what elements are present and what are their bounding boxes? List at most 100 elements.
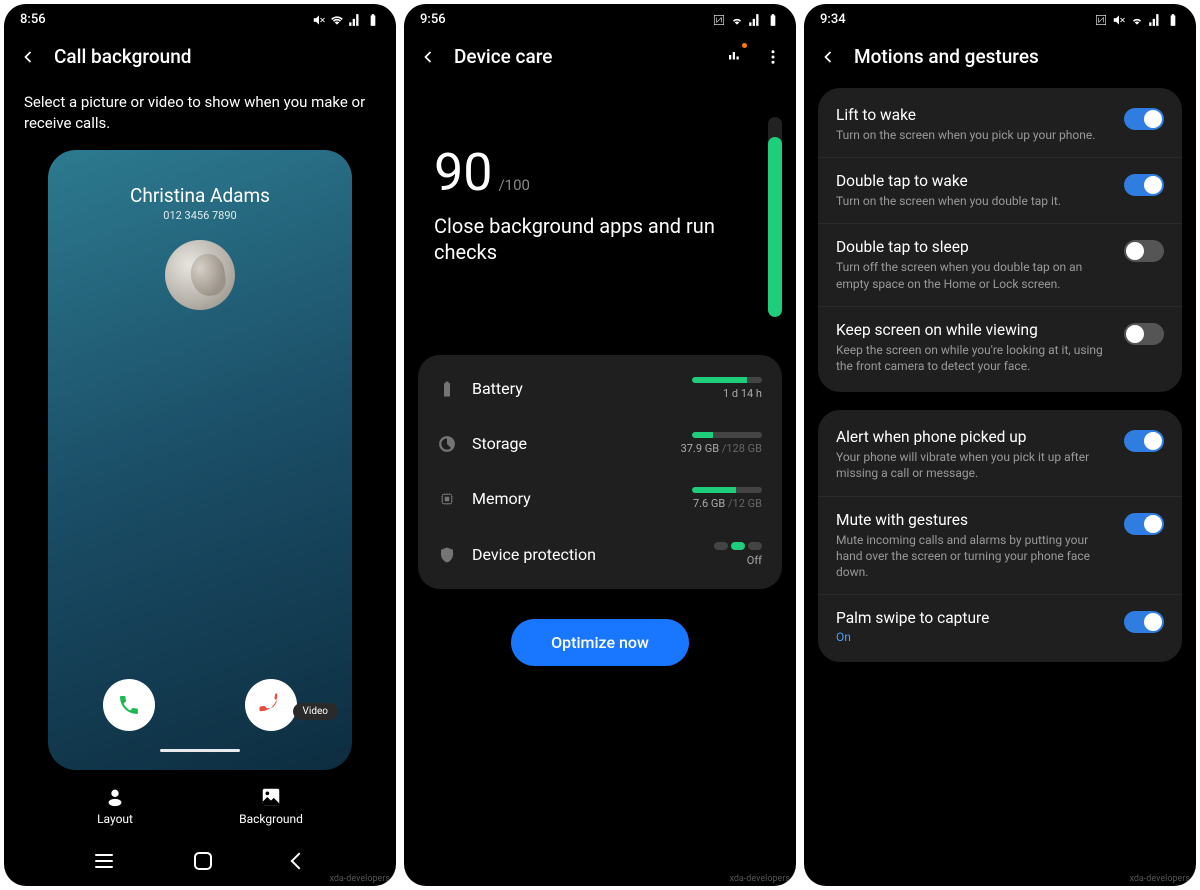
more-icon[interactable]	[764, 48, 782, 66]
storage-row[interactable]: Storage 37.9 GB /128 GB	[418, 416, 782, 471]
setting-title: Keep screen on while viewing	[836, 321, 1110, 339]
signal-icon	[348, 13, 362, 27]
wifi-icon	[730, 13, 744, 27]
battery-value: 1 d 14 h	[723, 387, 762, 400]
watermark: xda-developers	[729, 874, 790, 884]
score-max: /100	[498, 176, 529, 194]
storage-used: 37.9 GB	[681, 442, 720, 455]
answer-button[interactable]	[103, 679, 155, 731]
tab-label: Layout	[97, 812, 133, 826]
battery-icon	[366, 13, 380, 27]
call-preview[interactable]: Christina Adams 012 3456 7890 Video	[48, 150, 352, 770]
screenshot-device-care: 9:56 Device care 90 /100 Close backgroun…	[404, 4, 796, 886]
screenshot-call-background: 8:56 Call background Select a picture or…	[4, 4, 396, 886]
optimize-button[interactable]: Optimize now	[511, 619, 689, 666]
setting-title: Palm swipe to capture	[836, 609, 1110, 627]
setting-title: Mute with gestures	[836, 511, 1110, 529]
setting-title: Double tap to sleep	[836, 238, 1110, 256]
back-icon[interactable]	[418, 47, 438, 67]
setting-desc: Your phone will vibrate when you pick it…	[836, 449, 1110, 481]
signal-icon	[748, 13, 762, 27]
page-title: Call background	[54, 45, 382, 68]
caller-name: Christina Adams	[130, 184, 270, 207]
shield-icon	[438, 546, 456, 564]
settings-card-2: Alert when phone picked up Your phone wi…	[818, 410, 1182, 662]
tab-background[interactable]: Background	[239, 786, 303, 826]
caller-avatar	[165, 240, 235, 310]
protection-dots	[714, 542, 762, 550]
setting-title: Double tap to wake	[836, 172, 1110, 190]
phone-icon	[117, 693, 141, 717]
care-card: Battery 1 d 14 h Storage 37.9 GB /128 GB…	[418, 355, 782, 589]
status-bar: 9:34	[804, 4, 1196, 31]
data-usage-icon[interactable]	[726, 46, 744, 68]
back-icon[interactable]	[18, 47, 38, 67]
toggle[interactable]	[1124, 513, 1164, 535]
setting-double-tap-wake[interactable]: Double tap to wake Turn on the screen wh…	[818, 157, 1182, 223]
mute-icon	[1112, 13, 1126, 27]
page-description: Select a picture or video to show when y…	[4, 82, 396, 150]
storage-total: /128 GB	[722, 442, 762, 455]
protection-row[interactable]: Device protection Off	[418, 526, 782, 583]
toggle[interactable]	[1124, 323, 1164, 345]
setting-palm-swipe[interactable]: Palm swipe to capture On	[818, 594, 1182, 658]
watermark: xda-developers	[1129, 874, 1190, 884]
status-time: 8:56	[20, 12, 46, 27]
wifi-icon	[1130, 13, 1144, 27]
back-icon[interactable]	[818, 47, 838, 67]
status-bar: 8:56	[4, 4, 396, 31]
nav-back[interactable]	[291, 853, 308, 870]
bottom-tabs: Layout Background	[4, 770, 396, 834]
background-icon	[260, 786, 282, 808]
decline-button[interactable]	[245, 679, 297, 731]
setting-status: On	[836, 630, 1110, 644]
score-bar	[768, 117, 782, 317]
battery-row[interactable]: Battery 1 d 14 h	[418, 361, 782, 416]
setting-mute-gestures[interactable]: Mute with gestures Mute incoming calls a…	[818, 496, 1182, 595]
toggle[interactable]	[1124, 174, 1164, 196]
video-badge[interactable]: Video	[293, 703, 338, 720]
setting-keep-screen-on[interactable]: Keep screen on while viewing Keep the sc…	[818, 306, 1182, 388]
toggle[interactable]	[1124, 611, 1164, 633]
battery-icon	[766, 13, 780, 27]
nav-recents[interactable]	[95, 854, 113, 868]
setting-desc: Turn on the screen when you double tap i…	[836, 193, 1110, 209]
toggle[interactable]	[1124, 108, 1164, 130]
header: Device care	[404, 31, 796, 82]
header: Motions and gestures	[804, 31, 1196, 82]
status-bar: 9:56	[404, 4, 796, 31]
status-icons	[312, 13, 380, 27]
setting-alert-pickup[interactable]: Alert when phone picked up Your phone wi…	[818, 414, 1182, 495]
storage-icon	[438, 435, 456, 453]
screenshot-motions-gestures: 9:34 Motions and gestures Lift to wake T…	[804, 4, 1196, 886]
setting-lift-to-wake[interactable]: Lift to wake Turn on the screen when you…	[818, 92, 1182, 157]
nav-home[interactable]	[194, 852, 212, 870]
status-icons	[1094, 13, 1180, 27]
setting-desc: Keep the screen on while you're looking …	[836, 342, 1110, 374]
page-title: Device care	[454, 45, 710, 68]
toggle[interactable]	[1124, 240, 1164, 262]
memory-row[interactable]: Memory 7.6 GB /12 GB	[418, 471, 782, 526]
tab-layout[interactable]: Layout	[97, 786, 133, 826]
page-title: Motions and gestures	[854, 45, 1182, 68]
battery-icon	[438, 380, 456, 398]
header: Call background	[4, 31, 396, 82]
setting-title: Lift to wake	[836, 106, 1110, 124]
setting-double-tap-sleep[interactable]: Double tap to sleep Turn off the screen …	[818, 223, 1182, 305]
storage-label: Storage	[472, 434, 665, 453]
score-section: 90 /100 Close background apps and run ch…	[404, 82, 796, 285]
toggle[interactable]	[1124, 430, 1164, 452]
protection-label: Device protection	[472, 545, 698, 564]
memory-icon	[438, 490, 456, 508]
status-time: 9:34	[820, 12, 846, 27]
tab-label: Background	[239, 812, 303, 826]
phone-hangup-icon	[259, 693, 283, 717]
setting-desc: Mute incoming calls and alarms by puttin…	[836, 532, 1110, 581]
battery-icon	[1166, 13, 1180, 27]
battery-label: Battery	[472, 379, 676, 398]
memory-total: /12 GB	[728, 497, 762, 510]
nfc-icon	[712, 13, 726, 27]
status-icons	[712, 13, 780, 27]
nfc-icon	[1094, 13, 1108, 27]
status-time: 9:56	[420, 12, 446, 27]
